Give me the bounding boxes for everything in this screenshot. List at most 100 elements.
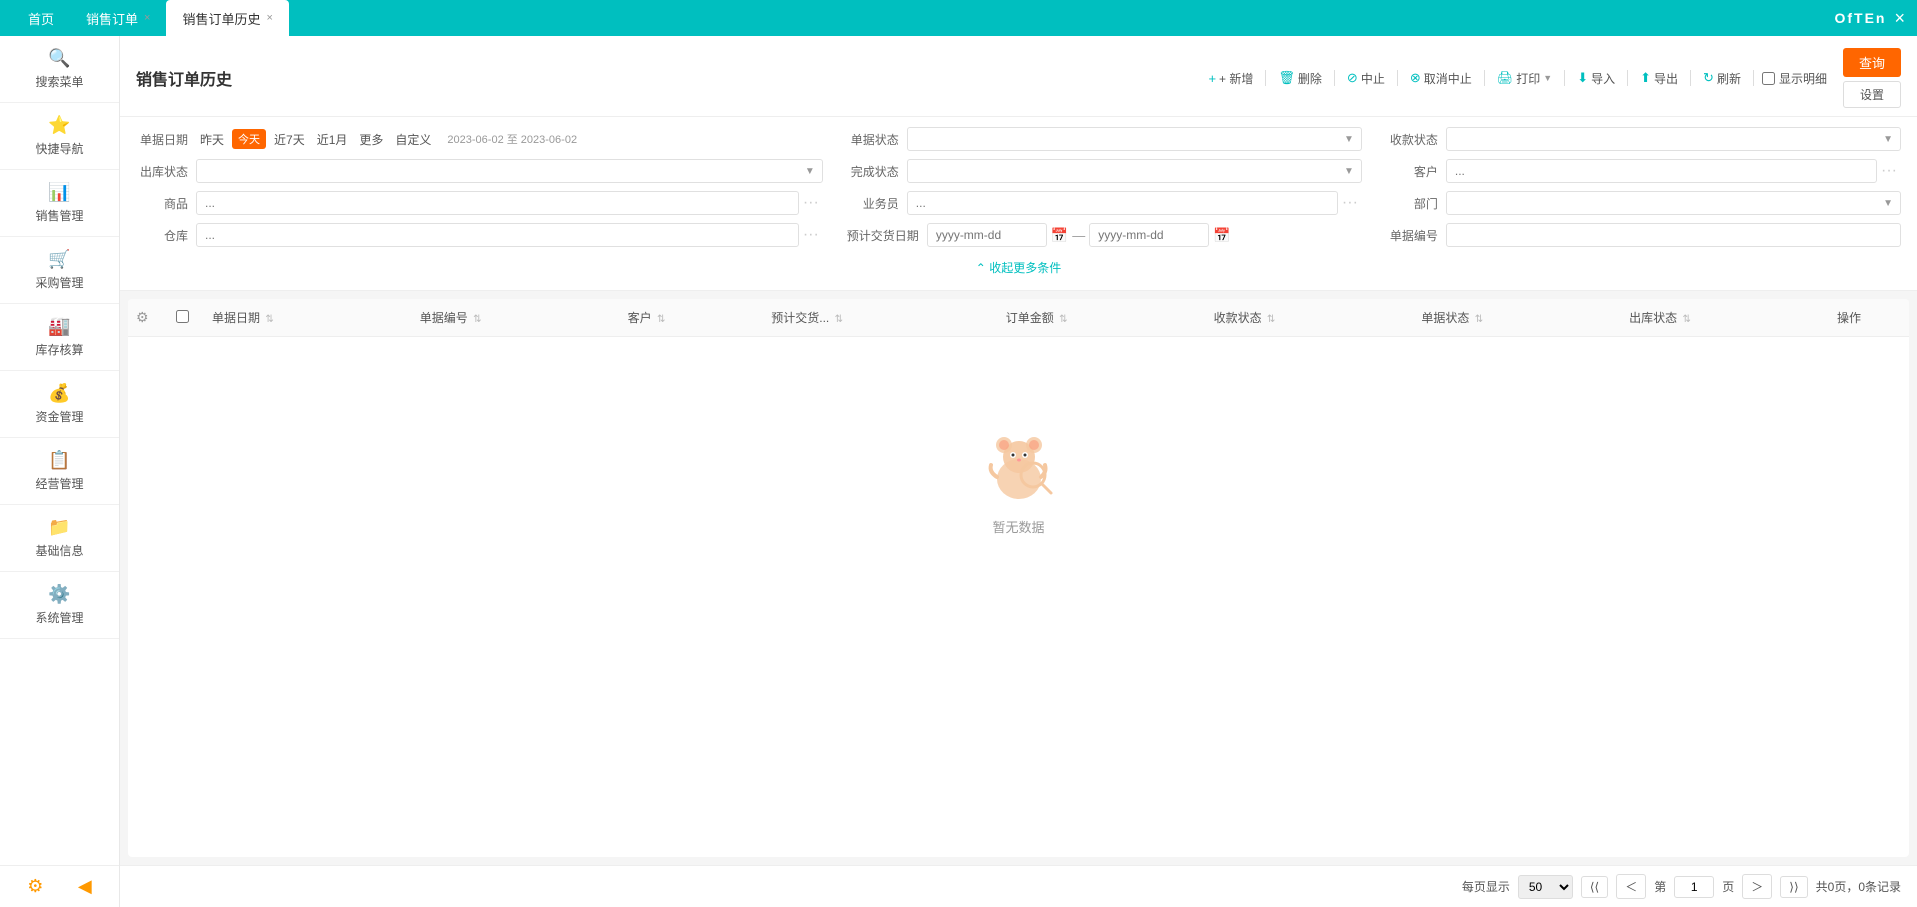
delivery-date-from[interactable] xyxy=(927,223,1047,247)
col-no-sort[interactable]: ⇅ xyxy=(473,314,481,325)
sidebar-item-quick-nav[interactable]: ⭐ 快捷导航 xyxy=(0,103,119,170)
filter-stock-out: 出库状态 ▼ xyxy=(136,159,823,183)
col-receipt-status-sort[interactable]: ⇅ xyxy=(1267,314,1275,325)
new-btn[interactable]: + + 新增 xyxy=(1204,68,1257,89)
sidebar-item-sales-label: 销售管理 xyxy=(35,207,83,224)
tab-list: 首页 销售订单 × 销售订单历史 × xyxy=(12,0,289,36)
customer-dots[interactable]: ··· xyxy=(1877,162,1901,180)
complete-status-select[interactable] xyxy=(907,159,1362,183)
delivery-date-from-cal-icon[interactable]: 📅 xyxy=(1051,227,1068,244)
tab-home[interactable]: 首页 xyxy=(12,0,70,36)
delivery-date-label: 预计交货日期 xyxy=(847,227,927,244)
col-settings: ⚙ xyxy=(128,299,168,337)
col-customer-sort[interactable]: ⇅ xyxy=(657,314,665,325)
select-all-checkbox[interactable] xyxy=(176,310,189,323)
settings-btn[interactable]: 设置 xyxy=(1843,81,1901,108)
col-receipt-status-label: 收款状态 xyxy=(1214,311,1262,325)
col-amount: 订单金额 ⇅ xyxy=(998,299,1206,337)
sidebar-collapse-icon[interactable]: ◀ xyxy=(78,876,92,897)
col-delivery: 预计交货... ⇅ xyxy=(763,299,998,337)
col-date-label: 单据日期 xyxy=(212,311,260,325)
tab-sales-order-history[interactable]: 销售订单历史 × xyxy=(166,0,288,36)
stock-out-select[interactable] xyxy=(196,159,823,183)
table-settings-icon[interactable]: ⚙ xyxy=(136,309,149,325)
print-btn[interactable]: 🖨 打印 ▼ xyxy=(1493,68,1556,89)
collapse-arrow: ⌃ xyxy=(976,261,986,275)
date-opt-more[interactable]: 更多 xyxy=(355,129,387,150)
sidebar-item-operations[interactable]: 📋 经营管理 xyxy=(0,438,119,505)
date-opt-today[interactable]: 今天 xyxy=(232,129,266,149)
filter-customer: 客户 ··· xyxy=(1386,159,1901,183)
sidebar-settings-icon[interactable]: ⚙ xyxy=(27,876,43,897)
tab-sales-order-close[interactable]: × xyxy=(144,12,150,24)
sep2 xyxy=(1334,70,1335,86)
col-date-sort[interactable]: ⇅ xyxy=(265,314,273,325)
col-stock-out-status-sort[interactable]: ⇅ xyxy=(1683,314,1691,325)
per-page-label: 每页显示 xyxy=(1462,878,1510,895)
prev-page-btn[interactable]: ＜ xyxy=(1616,874,1646,899)
page-title: 销售订单历史 xyxy=(136,66,232,90)
query-btn[interactable]: 查询 xyxy=(1843,48,1901,77)
col-amount-sort[interactable]: ⇅ xyxy=(1059,314,1067,325)
col-customer-label: 客户 xyxy=(628,311,652,325)
filter-row-1: 单据日期 昨天 今天 近7天 近1月 更多 自定义 2023-06-02 至 2… xyxy=(136,127,1901,151)
salesperson-input[interactable] xyxy=(907,191,1338,215)
sidebar-item-inventory[interactable]: 🏭 库存核算 xyxy=(0,304,119,371)
sidebar-item-finance-label: 资金管理 xyxy=(35,408,83,425)
col-no-label: 单据编号 xyxy=(420,311,468,325)
next-page-btn[interactable]: ＞ xyxy=(1742,874,1772,899)
col-order-status-sort[interactable]: ⇅ xyxy=(1475,314,1483,325)
salesperson-dots[interactable]: ··· xyxy=(1338,194,1362,212)
refresh-btn[interactable]: ↻ 刷新 xyxy=(1699,68,1745,89)
date-opt-1month[interactable]: 近1月 xyxy=(313,129,352,150)
page-num-input[interactable] xyxy=(1674,876,1714,898)
receipt-status-select[interactable] xyxy=(1446,127,1901,151)
warehouse-dots[interactable]: ··· xyxy=(799,226,823,244)
top-bar-right: OfTEn × xyxy=(1834,8,1905,29)
customer-input[interactable] xyxy=(1446,159,1877,183)
delete-icon: 🗑 xyxy=(1278,70,1295,86)
goods-label: 商品 xyxy=(136,195,196,212)
date-opt-7days[interactable]: 近7天 xyxy=(270,129,309,150)
finance-icon: 💰 xyxy=(48,383,70,404)
delete-btn[interactable]: 🗑 删除 xyxy=(1274,68,1326,89)
col-delivery-sort[interactable]: ⇅ xyxy=(835,314,843,325)
first-page-btn[interactable]: ⟨⟨ xyxy=(1581,876,1608,898)
import-btn[interactable]: ⬇ 导入 xyxy=(1573,68,1619,89)
purchase-icon: 🛒 xyxy=(48,249,70,270)
last-page-btn[interactable]: ⟩⟩ xyxy=(1780,876,1807,898)
collapse-row[interactable]: ⌃ 收起更多条件 xyxy=(136,255,1901,280)
col-date: 单据日期 ⇅ xyxy=(204,299,412,337)
sidebar-item-purchase[interactable]: 🛒 采购管理 xyxy=(0,237,119,304)
date-opt-yesterday[interactable]: 昨天 xyxy=(196,129,228,150)
goods-input[interactable] xyxy=(196,191,799,215)
complete-status-wrapper: ▼ xyxy=(907,159,1362,183)
order-no-input[interactable] xyxy=(1446,223,1901,247)
date-opt-custom[interactable]: 自定义 xyxy=(391,129,435,150)
col-order-status-label: 单据状态 xyxy=(1421,311,1469,325)
tab-sales-order-history-close[interactable]: × xyxy=(266,12,272,24)
sidebar-item-search[interactable]: 🔍 搜索菜单 xyxy=(0,36,119,103)
stop-btn[interactable]: ⊘ 中止 xyxy=(1343,68,1389,89)
new-icon: + xyxy=(1208,71,1216,86)
sidebar-item-finance[interactable]: 💰 资金管理 xyxy=(0,371,119,438)
delivery-date-to-cal-icon[interactable]: 📅 xyxy=(1213,227,1230,244)
tab-sales-order[interactable]: 销售订单 × xyxy=(70,0,166,36)
sidebar-item-system[interactable]: ⚙️ 系统管理 xyxy=(0,572,119,639)
sidebar-item-basic-info[interactable]: 📁 基础信息 xyxy=(0,505,119,572)
tab-home-label: 首页 xyxy=(28,9,54,28)
per-page-select[interactable]: 50 10 20 100 xyxy=(1518,875,1573,899)
dept-select[interactable] xyxy=(1446,191,1901,215)
delivery-date-to[interactable] xyxy=(1089,223,1209,247)
goods-dots[interactable]: ··· xyxy=(799,194,823,212)
order-status-label: 单据状态 xyxy=(847,131,907,148)
cancel-stop-btn[interactable]: ⊗ 取消中止 xyxy=(1406,68,1476,89)
window-close-btn[interactable]: × xyxy=(1894,8,1905,29)
sidebar-item-sales[interactable]: 📊 销售管理 xyxy=(0,170,119,237)
display-toggle-checkbox[interactable] xyxy=(1762,72,1775,85)
order-status-select[interactable] xyxy=(907,127,1362,151)
filter-goods: 商品 ··· xyxy=(136,191,823,215)
sidebar-item-operations-label: 经营管理 xyxy=(35,475,83,492)
export-btn[interactable]: ⬆ 导出 xyxy=(1636,68,1682,89)
warehouse-input[interactable] xyxy=(196,223,799,247)
